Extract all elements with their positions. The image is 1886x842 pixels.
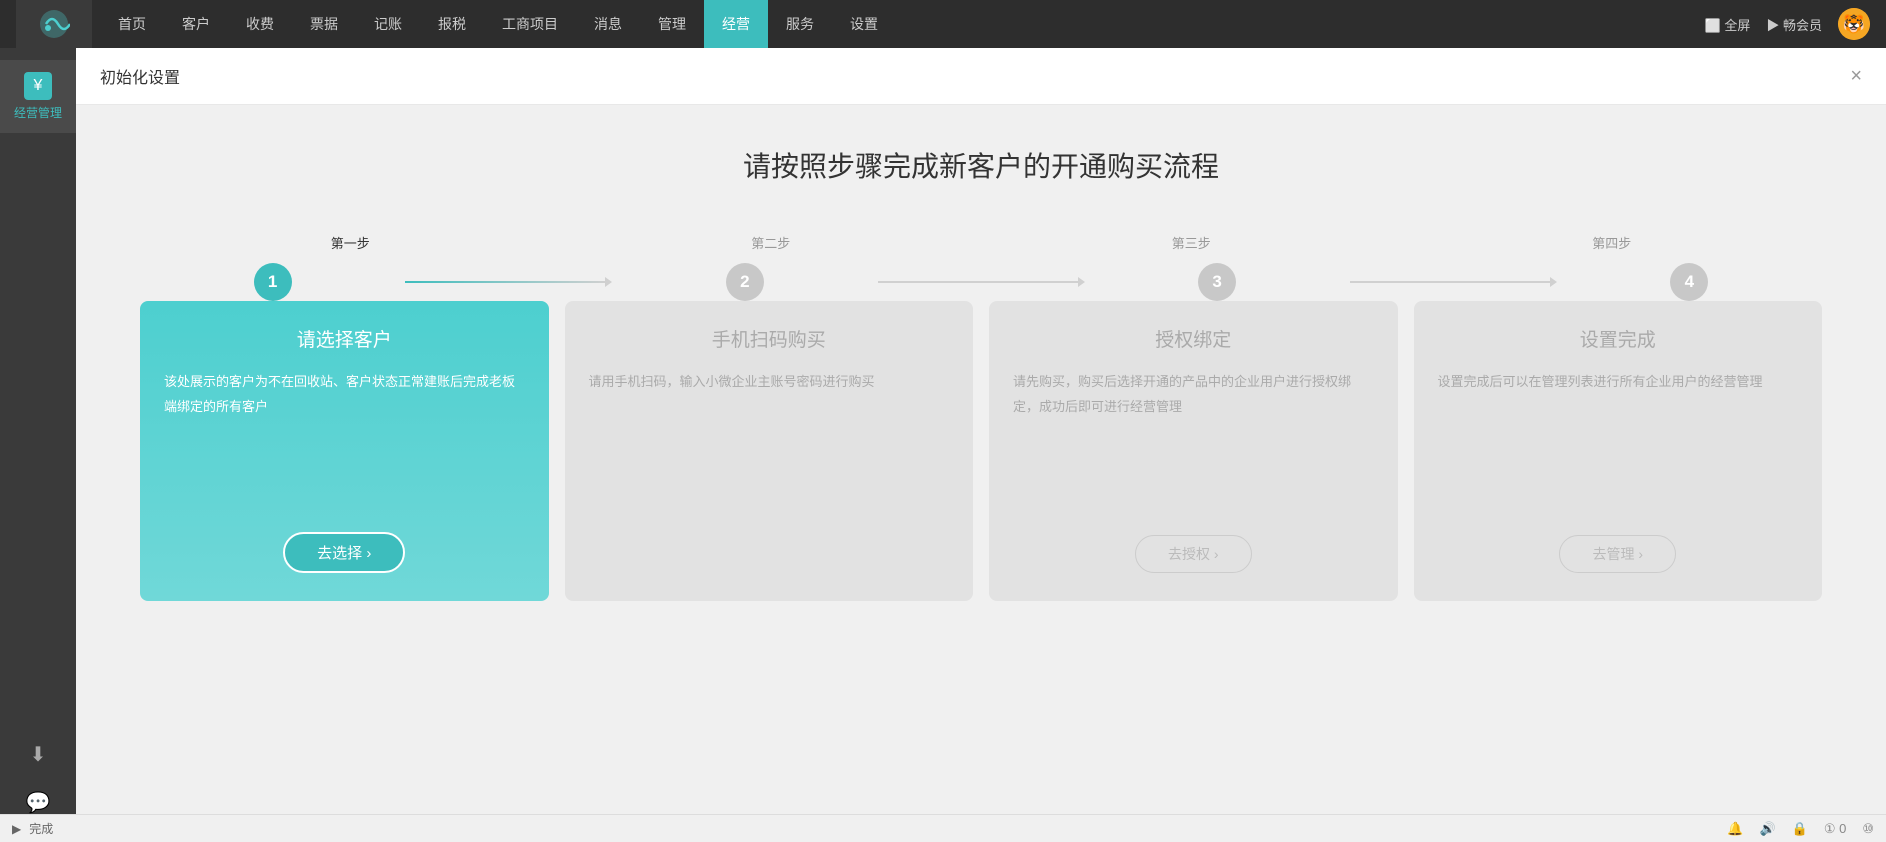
nav-item-服务[interactable]: 服务 [768,0,832,48]
nav-item-首页[interactable]: 首页 [100,0,164,48]
counter-0: ① 0 [1824,821,1847,837]
step-arrow-2 [1078,277,1085,287]
main-area: 初始化设置 × 请按照步骤完成新客户的开通购买流程 第一步 第二步 第三步 第四… [76,48,1886,814]
card-1: 请选择客户 该处展示的客户为不在回收站、客户状态正常建账后完成老板端绑定的所有客… [140,301,549,601]
management-icon: ¥ [24,72,52,100]
page-title: 初始化设置 [100,64,180,88]
nav-item-票据[interactable]: 票据 [292,0,356,48]
step-line-3 [1350,281,1550,283]
member-button[interactable]: ▶ 畅会员 [1766,15,1822,34]
nav-items: 首页客户收费票据记账报税工商项目消息管理经营服务设置 [100,0,1705,48]
step-line-2 [878,281,1078,283]
step-label-2: 第二步 [561,233,982,253]
nav-item-记账[interactable]: 记账 [356,0,420,48]
play-button[interactable]: ▶ [12,822,21,836]
card-1-desc: 该处展示的客户为不在回收站、客户状态正常建账后完成老板端绑定的所有客户 [164,370,525,508]
svg-text:🐯: 🐯 [1843,13,1865,34]
step-label-1: 第一步 [140,233,561,253]
step-arrow-1 [605,277,612,287]
sidebar-item-management[interactable]: ¥ 经营管理 [0,60,76,133]
status-bar: ▶ 完成 🔔 🔊 🔒 ① 0 ⑩ [0,814,1886,842]
step-circles-row: 1 2 3 [140,263,1822,301]
card-4-title: 设置完成 [1438,325,1799,352]
sidebar: ¥ 经营管理 ⬇ 💬 [0,48,76,842]
top-navigation: 首页客户收费票据记账报税工商项目消息管理经营服务设置 ⬜ 全屏 ▶ 畅会员 🐯 [0,0,1886,48]
content-area: 请按照步骤完成新客户的开通购买流程 第一步 第二步 第三步 第四步 [76,105,1886,625]
step-circle-4: 4 [1670,263,1708,301]
status-label: 完成 [29,820,53,837]
volume-icon[interactable]: 🔊 [1759,821,1775,837]
avatar[interactable]: 🐯 [1838,8,1870,40]
sidebar-item-label: 经营管理 [14,104,62,121]
card-2-desc: 请用手机扫码，输入小微企业主账号密码进行购买 [589,370,950,573]
step-label-4: 第四步 [1402,233,1823,253]
nav-item-工商项目[interactable]: 工商项目 [484,0,576,48]
step-circle-1: 1 [254,263,292,301]
notification-icon[interactable]: 🔔 [1727,821,1743,837]
nav-item-客户[interactable]: 客户 [164,0,228,48]
status-bar-right: 🔔 🔊 🔒 ① 0 ⑩ [1727,821,1874,837]
nav-item-设置[interactable]: 设置 [832,0,896,48]
nav-item-经营[interactable]: 经营 [704,0,768,48]
nav-item-管理[interactable]: 管理 [640,0,704,48]
card-4-button[interactable]: 去管理 › [1559,535,1676,573]
fullscreen-button[interactable]: ⬜ 全屏 [1705,15,1751,34]
step-circle-2: 2 [726,263,764,301]
card-1-title: 请选择客户 [164,325,525,352]
wizard: 第一步 第二步 第三步 第四步 1 [116,233,1846,601]
card-3-desc: 请先购买，购买后选择开通的产品中的企业用户进行授权绑定，成功后即可进行经营管理 [1013,370,1374,511]
wizard-title: 请按照步骤完成新客户的开通购买流程 [116,145,1846,185]
card-3: 授权绑定 请先购买，购买后选择开通的产品中的企业用户进行授权绑定，成功后即可进行… [989,301,1398,601]
step-labels-row: 第一步 第二步 第三步 第四步 [140,233,1822,253]
card-2: 手机扫码购买 请用手机扫码，输入小微企业主账号密码进行购买 [565,301,974,601]
nav-item-收费[interactable]: 收费 [228,0,292,48]
card-3-button[interactable]: 去授权 › [1135,535,1252,573]
logo[interactable] [16,0,92,48]
page-header: 初始化设置 × [76,48,1886,105]
card-1-button[interactable]: 去选择 › [283,532,405,573]
download-button[interactable]: ⬇ [0,730,76,778]
step-line-1 [405,281,605,283]
nav-item-消息[interactable]: 消息 [576,0,640,48]
lock-icon[interactable]: 🔒 [1792,821,1808,837]
counter-10: ⑩ [1862,821,1874,837]
cards-row: 请选择客户 该处展示的客户为不在回收站、客户状态正常建账后完成老板端绑定的所有客… [140,301,1822,601]
card-4: 设置完成 设置完成后可以在管理列表进行所有企业用户的经营管理 去管理 › [1414,301,1823,601]
step-label-3: 第三步 [981,233,1402,253]
close-button[interactable]: × [1850,65,1862,88]
card-4-desc: 设置完成后可以在管理列表进行所有企业用户的经营管理 [1438,370,1799,511]
card-3-title: 授权绑定 [1013,325,1374,352]
card-2-title: 手机扫码购买 [589,325,950,352]
step-circle-3: 3 [1198,263,1236,301]
nav-item-报税[interactable]: 报税 [420,0,484,48]
nav-right: ⬜ 全屏 ▶ 畅会员 🐯 [1705,8,1870,40]
step-arrow-3 [1550,277,1557,287]
